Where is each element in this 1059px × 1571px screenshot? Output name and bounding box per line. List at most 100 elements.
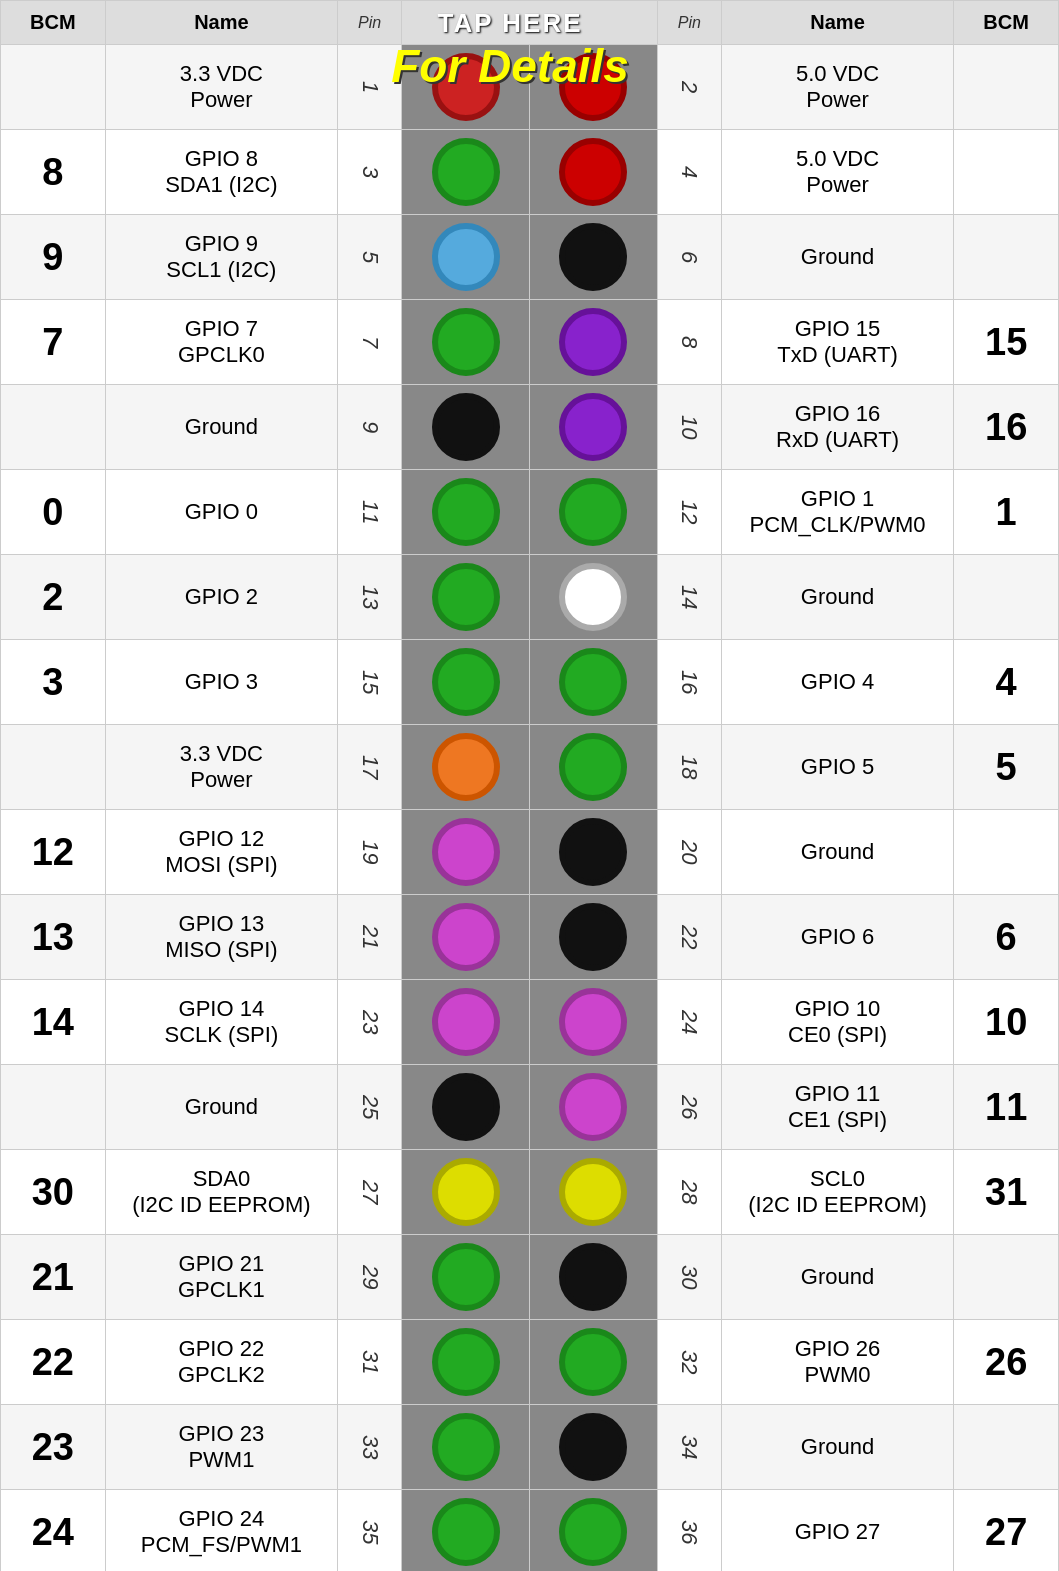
left-pin-num: 15 (338, 640, 402, 725)
left-circle-cell (402, 1405, 530, 1490)
right-name: GPIO 1PCM_CLK/PWM0 (721, 470, 954, 555)
right-pin-circle (559, 223, 627, 291)
left-circle-cell (402, 300, 530, 385)
right-name: Ground (721, 215, 954, 300)
left-bcm: 21 (1, 1235, 106, 1320)
right-pin-circle (559, 1158, 627, 1226)
right-circle-cell (529, 810, 657, 895)
left-name: GPIO 2 (105, 555, 338, 640)
table-row: 8 GPIO 8SDA1 (I2C) 3 4 5.0 VDCPower (1, 130, 1059, 215)
right-name: Ground (721, 1405, 954, 1490)
right-pin-num: 30 (657, 1235, 721, 1320)
left-bcm: 2 (1, 555, 106, 640)
left-pin-num: 23 (338, 980, 402, 1065)
left-circle-cell (402, 45, 530, 130)
left-pin-circle (432, 1328, 500, 1396)
left-circle-cell (402, 810, 530, 895)
left-name: GPIO 8SDA1 (I2C) (105, 130, 338, 215)
right-circle-cell (529, 1150, 657, 1235)
left-pin-circle (432, 648, 500, 716)
right-pin-circle (559, 308, 627, 376)
right-pin-num: 22 (657, 895, 721, 980)
left-bcm: 14 (1, 980, 106, 1065)
right-bcm (954, 130, 1059, 215)
header-pin-right: Pin (657, 1, 721, 45)
table-row: 12 GPIO 12MOSI (SPI) 19 20 Ground (1, 810, 1059, 895)
left-pin-num: 17 (338, 725, 402, 810)
left-pin-num: 3 (338, 130, 402, 215)
right-circle-cell (529, 1235, 657, 1320)
left-name: GPIO 14SCLK (SPI) (105, 980, 338, 1065)
right-pin-num: 36 (657, 1490, 721, 1572)
left-pin-num: 27 (338, 1150, 402, 1235)
right-pin-circle (559, 393, 627, 461)
right-circle-cell (529, 555, 657, 640)
left-name: 3.3 VDCPower (105, 45, 338, 130)
left-circle-cell (402, 215, 530, 300)
right-pin-num: 10 (657, 385, 721, 470)
left-pin-circle (432, 733, 500, 801)
right-pin-num: 4 (657, 130, 721, 215)
right-bcm (954, 555, 1059, 640)
header-bcm-left: BCM (1, 1, 106, 45)
left-bcm: 23 (1, 1405, 106, 1490)
right-name: 5.0 VDCPower (721, 45, 954, 130)
right-circle-cell (529, 895, 657, 980)
left-bcm (1, 1065, 106, 1150)
right-bcm: 10 (954, 980, 1059, 1065)
left-name: GPIO 23PWM1 (105, 1405, 338, 1490)
left-circle-cell (402, 555, 530, 640)
table-row: 24 GPIO 24PCM_FS/PWM1 35 36 GPIO 27 27 (1, 1490, 1059, 1572)
left-circle-cell (402, 980, 530, 1065)
left-circle-cell (402, 385, 530, 470)
right-bcm: 1 (954, 470, 1059, 555)
left-bcm (1, 725, 106, 810)
right-bcm: 5 (954, 725, 1059, 810)
header-connector (402, 1, 658, 45)
right-bcm: 4 (954, 640, 1059, 725)
left-pin-circle (432, 1243, 500, 1311)
header-row: BCM Name Pin Pin Name BCM (1, 1, 1059, 45)
header-name-left: Name (105, 1, 338, 45)
left-name: GPIO 3 (105, 640, 338, 725)
left-bcm: 30 (1, 1150, 106, 1235)
table-row: 13 GPIO 13MISO (SPI) 21 22 GPIO 6 6 (1, 895, 1059, 980)
right-name: 5.0 VDCPower (721, 130, 954, 215)
right-bcm (954, 215, 1059, 300)
left-bcm: 0 (1, 470, 106, 555)
left-pin-circle (432, 988, 500, 1056)
left-bcm: 24 (1, 1490, 106, 1572)
table-row: 23 GPIO 23PWM1 33 34 Ground (1, 1405, 1059, 1490)
gpio-table: BCM Name Pin Pin Name BCM 3.3 VDCPower 1… (0, 0, 1059, 1571)
table-row: Ground 25 26 GPIO 11CE1 (SPI) 11 (1, 1065, 1059, 1150)
left-bcm (1, 385, 106, 470)
left-bcm (1, 45, 106, 130)
table-row: 9 GPIO 9SCL1 (I2C) 5 6 Ground (1, 215, 1059, 300)
right-name: GPIO 16RxD (UART) (721, 385, 954, 470)
right-circle-cell (529, 1320, 657, 1405)
right-pin-circle (559, 1328, 627, 1396)
left-pin-circle (432, 223, 500, 291)
right-circle-cell (529, 300, 657, 385)
left-circle-cell (402, 1065, 530, 1150)
header-bcm-right: BCM (954, 1, 1059, 45)
right-name: Ground (721, 1235, 954, 1320)
table-row: 2 GPIO 2 13 14 Ground (1, 555, 1059, 640)
table-row: 3 GPIO 3 15 16 GPIO 4 4 (1, 640, 1059, 725)
right-pin-num: 34 (657, 1405, 721, 1490)
right-circle-cell (529, 980, 657, 1065)
right-name: Ground (721, 810, 954, 895)
left-name: GPIO 13MISO (SPI) (105, 895, 338, 980)
right-name: GPIO 5 (721, 725, 954, 810)
left-name: GPIO 22GPCLK2 (105, 1320, 338, 1405)
right-pin-circle (559, 1243, 627, 1311)
right-pin-circle (559, 648, 627, 716)
right-name: GPIO 26PWM0 (721, 1320, 954, 1405)
left-name: Ground (105, 1065, 338, 1150)
table-row: 7 GPIO 7GPCLK0 7 8 GPIO 15TxD (UART) 15 (1, 300, 1059, 385)
left-name: GPIO 12MOSI (SPI) (105, 810, 338, 895)
right-bcm (954, 810, 1059, 895)
table-row: 14 GPIO 14SCLK (SPI) 23 24 GPIO 10CE0 (S… (1, 980, 1059, 1065)
right-pin-num: 20 (657, 810, 721, 895)
right-name: GPIO 15TxD (UART) (721, 300, 954, 385)
